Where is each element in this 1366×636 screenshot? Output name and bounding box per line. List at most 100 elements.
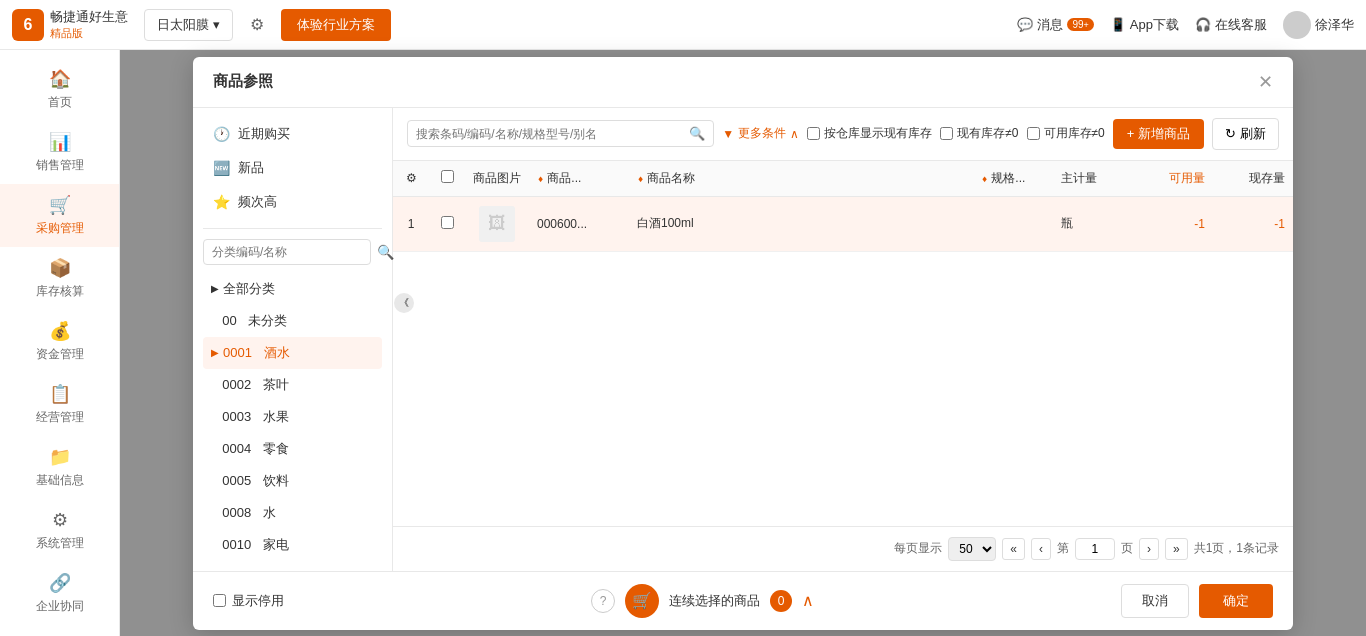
row-name: 白酒100ml xyxy=(629,196,973,251)
link-icon: 🔗 xyxy=(49,572,71,594)
arrow-icon: ▶ xyxy=(211,283,219,294)
category-list: ▶ 全部分类 00 未分类 ▶ 0001 酒水 xyxy=(193,273,392,561)
workspace-dropdown[interactable]: 日太阳膜 ▾ xyxy=(144,9,233,41)
trial-button[interactable]: 体验行业方案 xyxy=(281,9,391,41)
confirm-button[interactable]: 确定 xyxy=(1199,584,1273,618)
cat-item-appliance[interactable]: 0010 家电 xyxy=(203,529,382,561)
col-header-code: ⬧ 商品... xyxy=(529,161,629,197)
page-suffix-label: 页 xyxy=(1121,540,1133,557)
user-menu[interactable]: 徐泽华 xyxy=(1283,11,1354,39)
chevron-down-icon: ▾ xyxy=(213,17,220,32)
product-search-input[interactable] xyxy=(416,127,685,141)
checkbox-available-not-zero[interactable]: 可用库存≠0 xyxy=(1027,125,1105,142)
online-service-button[interactable]: 🎧 在线客服 xyxy=(1195,16,1267,34)
divider xyxy=(203,228,382,229)
by-warehouse-checkbox[interactable] xyxy=(807,127,820,140)
cat-item-liquor[interactable]: ▶ 0001 酒水 xyxy=(203,337,382,369)
settings-icon[interactable]: ⚙ xyxy=(406,171,417,185)
prev-page-button[interactable]: ‹ xyxy=(1031,538,1051,560)
sidebar-item-inventory[interactable]: 📦 库存核算 xyxy=(0,247,119,310)
row-checkbox[interactable] xyxy=(441,216,454,229)
category-search-icon[interactable]: 🔍 xyxy=(377,244,394,260)
show-disabled-checkbox[interactable] xyxy=(213,594,226,607)
modal-header: 商品参照 ✕ xyxy=(193,57,1293,108)
phone-icon: 📱 xyxy=(1110,17,1126,32)
per-page-select[interactable]: 50 xyxy=(948,537,996,561)
tab-new-products[interactable]: 🆕 新品 xyxy=(203,152,382,184)
cat-item-fruit[interactable]: 0003 水果 xyxy=(203,401,382,433)
clipboard-icon: 📋 xyxy=(49,383,71,405)
cat-item-beverage[interactable]: 0005 饮料 xyxy=(203,465,382,497)
row-code: 000600... xyxy=(529,196,629,251)
category-search-row: 🔍 xyxy=(193,239,392,273)
next-page-button[interactable]: › xyxy=(1139,538,1159,560)
sidebar-item-sales[interactable]: 📊 销售管理 xyxy=(0,121,119,184)
star-icon: ⭐ xyxy=(213,194,230,210)
row-unit: 瓶 xyxy=(1053,196,1133,251)
stock-not-zero-checkbox[interactable] xyxy=(940,127,953,140)
sidebar: 🏠 首页 📊 销售管理 🛒 采购管理 📦 库存核算 💰 资金管理 📋 经营管理 … xyxy=(0,50,120,636)
right-panel: 🔍 ▼ 更多条件 ∧ 按仓库显示现有库存 xyxy=(393,108,1293,571)
sidebar-item-guide[interactable]: 🔔 新手引导 xyxy=(0,625,119,636)
tab-high-frequency[interactable]: ⭐ 频次高 xyxy=(203,186,382,218)
last-page-button[interactable]: » xyxy=(1165,538,1188,560)
cat-item-uncategorized[interactable]: 00 未分类 xyxy=(203,305,382,337)
sidebar-item-finance[interactable]: 💰 资金管理 xyxy=(0,310,119,373)
sidebar-item-operations[interactable]: 📋 经营管理 xyxy=(0,373,119,436)
top-nav: 6 畅捷通好生意 精品版 日太阳膜 ▾ ⚙ 体验行业方案 💬 消息 99+ 📱 … xyxy=(0,0,1366,50)
col-header-stock: 现存量 xyxy=(1213,161,1293,197)
cat-item-all[interactable]: ▶ 全部分类 xyxy=(203,273,382,305)
category-search-input[interactable] xyxy=(203,239,371,265)
product-table: ⚙ 商品图片 xyxy=(393,161,1293,252)
sidebar-item-basic-info[interactable]: 📁 基础信息 xyxy=(0,436,119,499)
first-page-button[interactable]: « xyxy=(1002,538,1025,560)
collapse-footer-button[interactable]: ∧ xyxy=(802,591,814,610)
add-product-button[interactable]: + 新增商品 xyxy=(1113,119,1204,149)
logo-text: 畅捷通好生意 精品版 xyxy=(50,9,128,40)
sidebar-item-enterprise[interactable]: 🔗 企业协同 xyxy=(0,562,119,625)
modal-footer: 显示停用 ? 🛒 连续选择的商品 0 ∧ 取消 确定 xyxy=(193,571,1293,630)
table-row[interactable]: 1 🖼 000600... 白酒100ml xyxy=(393,196,1293,251)
modal-title: 商品参照 xyxy=(213,72,273,91)
headset-icon: 🎧 xyxy=(1195,17,1211,32)
cat-item-snack[interactable]: 0004 零食 xyxy=(203,433,382,465)
show-disabled-label[interactable]: 显示停用 xyxy=(213,592,284,610)
checkbox-stock-not-zero[interactable]: 现有库存≠0 xyxy=(940,125,1018,142)
message-icon: 💬 xyxy=(1017,17,1033,32)
page-number-input[interactable] xyxy=(1075,538,1115,560)
help-button[interactable]: ? xyxy=(591,589,615,613)
app-download-button[interactable]: 📱 App下载 xyxy=(1110,16,1179,34)
sidebar-item-system[interactable]: ⚙ 系统管理 xyxy=(0,499,119,562)
sidebar-item-home[interactable]: 🏠 首页 xyxy=(0,58,119,121)
checkbox-by-warehouse[interactable]: 按仓库显示现有库存 xyxy=(807,125,932,142)
messages-button[interactable]: 💬 消息 99+ xyxy=(1017,16,1093,34)
more-filter-button[interactable]: ▼ 更多条件 ∧ xyxy=(722,125,799,142)
collapse-panel-button[interactable]: 《 xyxy=(394,293,414,313)
sort-icon[interactable]: ⬧ xyxy=(637,171,644,185)
product-reference-modal: 商品参照 ✕ 🕐 近期购买 🆕 xyxy=(193,57,1293,630)
message-badge: 99+ xyxy=(1067,18,1093,31)
tab-recent-purchase[interactable]: 🕐 近期购买 xyxy=(203,118,382,150)
modal-overlay: 商品参照 ✕ 🕐 近期购买 🆕 xyxy=(120,50,1366,636)
pagination: 每页显示 50 « ‹ 第 页 › » 共1页，1条记录 xyxy=(393,526,1293,571)
settings-icon[interactable]: ⚙ xyxy=(241,9,273,41)
avatar xyxy=(1283,11,1311,39)
cart-icon: 🛒 xyxy=(49,194,71,216)
close-icon[interactable]: ✕ xyxy=(1258,71,1273,93)
product-image-placeholder: 🖼 xyxy=(479,206,515,242)
refresh-icon: ↻ xyxy=(1225,126,1236,141)
cat-item-water[interactable]: 0008 水 xyxy=(203,497,382,529)
sort-icon[interactable]: ⬧ xyxy=(537,171,544,185)
row-image: 🖼 xyxy=(465,196,529,251)
row-check xyxy=(429,196,465,251)
cat-item-tea[interactable]: 0002 茶叶 xyxy=(203,369,382,401)
cart-icon: 🛒 xyxy=(632,591,652,610)
sort-icon[interactable]: ⬧ xyxy=(981,171,988,185)
cancel-button[interactable]: 取消 xyxy=(1121,584,1189,618)
refresh-button[interactable]: ↻ 刷新 xyxy=(1212,118,1279,150)
available-not-zero-checkbox[interactable] xyxy=(1027,127,1040,140)
select-all-checkbox[interactable] xyxy=(441,170,454,183)
arrow-icon: ▶ xyxy=(211,347,219,358)
sidebar-item-purchase[interactable]: 🛒 采购管理 xyxy=(0,184,119,247)
search-icon[interactable]: 🔍 xyxy=(689,126,705,141)
